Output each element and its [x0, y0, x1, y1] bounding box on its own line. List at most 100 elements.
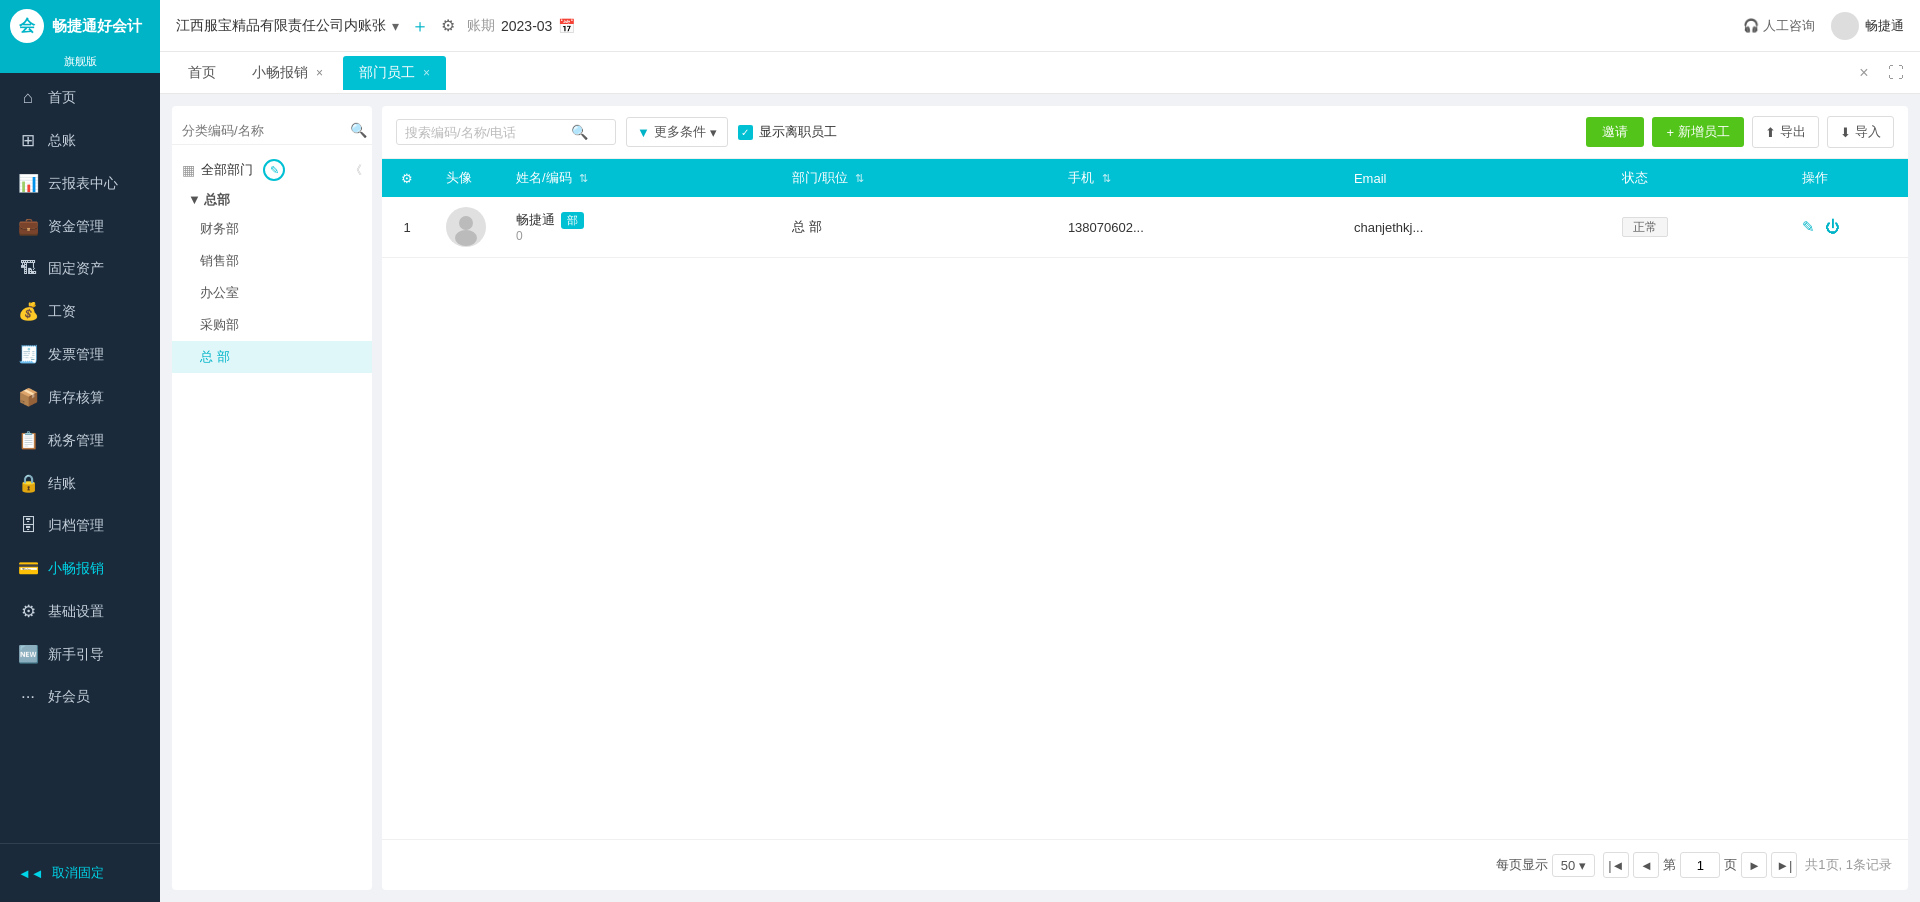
page-first-button[interactable]: |◄ [1603, 852, 1629, 878]
employee-toolbar: 🔍 ▼ 更多条件 ▾ ✓ 显示离职员工 邀请 + 新增员工 [382, 106, 1908, 159]
sidebar-nav: ⌂ 首页 ⊞ 总账 📊 云报表中心 💼 资金管理 🏗 固定资产 💰 工资 🧾 发… [0, 73, 160, 843]
grid-icon: ▦ [182, 162, 195, 178]
dept-search-icon[interactable]: 🔍 [350, 122, 367, 138]
col-name[interactable]: 姓名/编码 ⇅ [502, 159, 778, 197]
export-icon: ⬆ [1765, 125, 1776, 140]
employee-search-icon[interactable]: 🔍 [571, 124, 588, 140]
sidebar-item-more[interactable]: ··· 好会员 [0, 676, 160, 718]
tab-dept-employee[interactable]: 部门员工 × [343, 56, 446, 90]
sidebar-item-home[interactable]: ⌂ 首页 [0, 77, 160, 119]
sidebar-item-guide[interactable]: 🆕 新手引导 [0, 633, 160, 676]
show-resigned-toggle[interactable]: ✓ 显示离职员工 [738, 123, 837, 141]
dept-item-sales[interactable]: 销售部 [172, 245, 372, 277]
settings-icon[interactable]: ⚙ [441, 16, 455, 35]
svg-point-2 [455, 230, 477, 246]
user-menu[interactable]: 畅捷通 [1831, 12, 1904, 40]
sidebar-item-tax[interactable]: 📋 税务管理 [0, 419, 160, 462]
tab-home[interactable]: 首页 [172, 56, 232, 90]
add-company-icon[interactable]: ＋ [411, 14, 429, 38]
add-employee-label: 新增员工 [1678, 123, 1730, 141]
sidebar-item-inventory[interactable]: 📦 库存核算 [0, 376, 160, 419]
resigned-checkbox[interactable]: ✓ [738, 125, 753, 140]
dept-item-headquarters[interactable]: 总 部 [172, 341, 372, 373]
filter-dropdown-icon: ▾ [710, 125, 717, 140]
help-label: 人工咨询 [1763, 17, 1815, 35]
col-settings[interactable]: ⚙ [382, 159, 432, 197]
status-badge: 正常 [1622, 217, 1668, 237]
employee-name: 畅捷通 部 [516, 211, 764, 229]
sidebar-item-payroll[interactable]: 💰 工资 [0, 290, 160, 333]
sidebar-item-invoice[interactable]: 🧾 发票管理 [0, 333, 160, 376]
calendar-icon: 📅 [558, 18, 575, 34]
tab-dept-close[interactable]: × [423, 66, 430, 80]
page-prev-button[interactable]: ◄ [1633, 852, 1659, 878]
col-status: 状态 [1608, 159, 1788, 197]
employee-code: 0 [516, 229, 764, 243]
add-employee-button[interactable]: + 新增员工 [1652, 117, 1744, 147]
sidebar-item-close[interactable]: 🔒 结账 [0, 462, 160, 505]
dept-collapse-button[interactable]: 《 [350, 162, 362, 179]
row-num: 1 [382, 197, 432, 258]
invite-button[interactable]: 邀请 [1586, 117, 1644, 147]
sidebar-item-label: 云报表中心 [48, 175, 118, 193]
logout-employee-button[interactable]: ⏻ [1825, 218, 1840, 236]
page-size-box[interactable]: 50 ▾ [1552, 854, 1595, 877]
page-size-dropdown-icon: ▾ [1579, 858, 1586, 873]
row-email: chanjethkj... [1340, 197, 1608, 258]
sidebar-item-label: 好会员 [48, 688, 90, 706]
sidebar-item-reports[interactable]: 📊 云报表中心 [0, 162, 160, 205]
export-label: 导出 [1780, 123, 1806, 141]
sidebar-item-label: 库存核算 [48, 389, 104, 407]
sidebar-item-archive[interactable]: 🗄 归档管理 [0, 505, 160, 547]
sidebar-item-general-ledger[interactable]: ⊞ 总账 [0, 119, 160, 162]
tabs-controls: × ⛶ [1852, 61, 1908, 85]
tab-expense[interactable]: 小畅报销 × [236, 56, 339, 90]
unpin-sidebar[interactable]: ◄◄ 取消固定 [0, 854, 160, 892]
tab-expense-close[interactable]: × [316, 66, 323, 80]
filter-button[interactable]: ▼ 更多条件 ▾ [626, 117, 728, 147]
tab-dept-label: 部门员工 [359, 64, 415, 82]
dept-search-input[interactable] [182, 123, 350, 138]
dept-root-label: ▼ 总部 [172, 187, 372, 213]
export-button[interactable]: ⬆ 导出 [1752, 116, 1819, 148]
filter-label: 更多条件 [654, 123, 706, 141]
tab-fullscreen[interactable]: ⛶ [1884, 61, 1908, 85]
main-content: 江西服宝精品有限责任公司内账张 ▾ ＋ ⚙ 账期 2023-03 📅 🎧 人工咨… [160, 0, 1920, 902]
help-button[interactable]: 🎧 人工咨询 [1743, 17, 1815, 35]
headset-icon: 🎧 [1743, 18, 1759, 33]
employee-search-input[interactable] [405, 125, 565, 140]
sidebar-item-fixed-assets[interactable]: 🏗 固定资产 [0, 248, 160, 290]
dept-all-label[interactable]: 全部部门 [201, 161, 253, 179]
employee-panel: 🔍 ▼ 更多条件 ▾ ✓ 显示离职员工 邀请 + 新增员工 [382, 106, 1908, 890]
invoice-icon: 🧾 [18, 344, 38, 365]
logo-text-block: 畅捷通好会计 [52, 17, 142, 35]
per-page-label: 每页显示 [1496, 856, 1548, 874]
period-label: 账期 [467, 17, 495, 35]
sidebar-item-label: 税务管理 [48, 432, 104, 450]
company-selector[interactable]: 江西服宝精品有限责任公司内账张 ▾ [176, 17, 399, 35]
col-phone[interactable]: 手机 ⇅ [1054, 159, 1340, 197]
period-selector[interactable]: 账期 2023-03 📅 [467, 17, 575, 35]
app-name: 畅捷通好会计 [52, 17, 142, 35]
sidebar-item-assets-mgmt[interactable]: 💼 资金管理 [0, 205, 160, 248]
page-input[interactable] [1680, 852, 1720, 878]
company-dropdown-icon[interactable]: ▾ [392, 18, 399, 34]
import-button[interactable]: ⬇ 导入 [1827, 116, 1894, 148]
col-dept[interactable]: 部门/职位 ⇅ [778, 159, 1054, 197]
import-label: 导入 [1855, 123, 1881, 141]
edit-employee-button[interactable]: ✎ [1802, 218, 1815, 236]
dept-edit-button[interactable]: ✎ [263, 159, 285, 181]
row-dept: 总 部 [778, 197, 1054, 258]
sidebar-item-expense[interactable]: 💳 小畅报销 [0, 547, 160, 590]
add-icon: + [1666, 125, 1674, 140]
page-next-button[interactable]: ► [1741, 852, 1767, 878]
dept-item-office[interactable]: 办公室 [172, 277, 372, 309]
period-value: 2023-03 [501, 18, 552, 34]
dept-item-procurement[interactable]: 采购部 [172, 309, 372, 341]
dept-item-finance[interactable]: 财务部 [172, 213, 372, 245]
sidebar-item-basic-settings[interactable]: ⚙ 基础设置 [0, 590, 160, 633]
page-last-button[interactable]: ►| [1771, 852, 1797, 878]
dept-panel: 🔍 ▦ 全部部门 ✎ 《 ▼ 总部 财务部 销售部 办公室 采购部 总 部 [172, 106, 372, 890]
page-total: 共1页, 1条记录 [1805, 856, 1892, 874]
tab-close-current[interactable]: × [1852, 61, 1876, 85]
